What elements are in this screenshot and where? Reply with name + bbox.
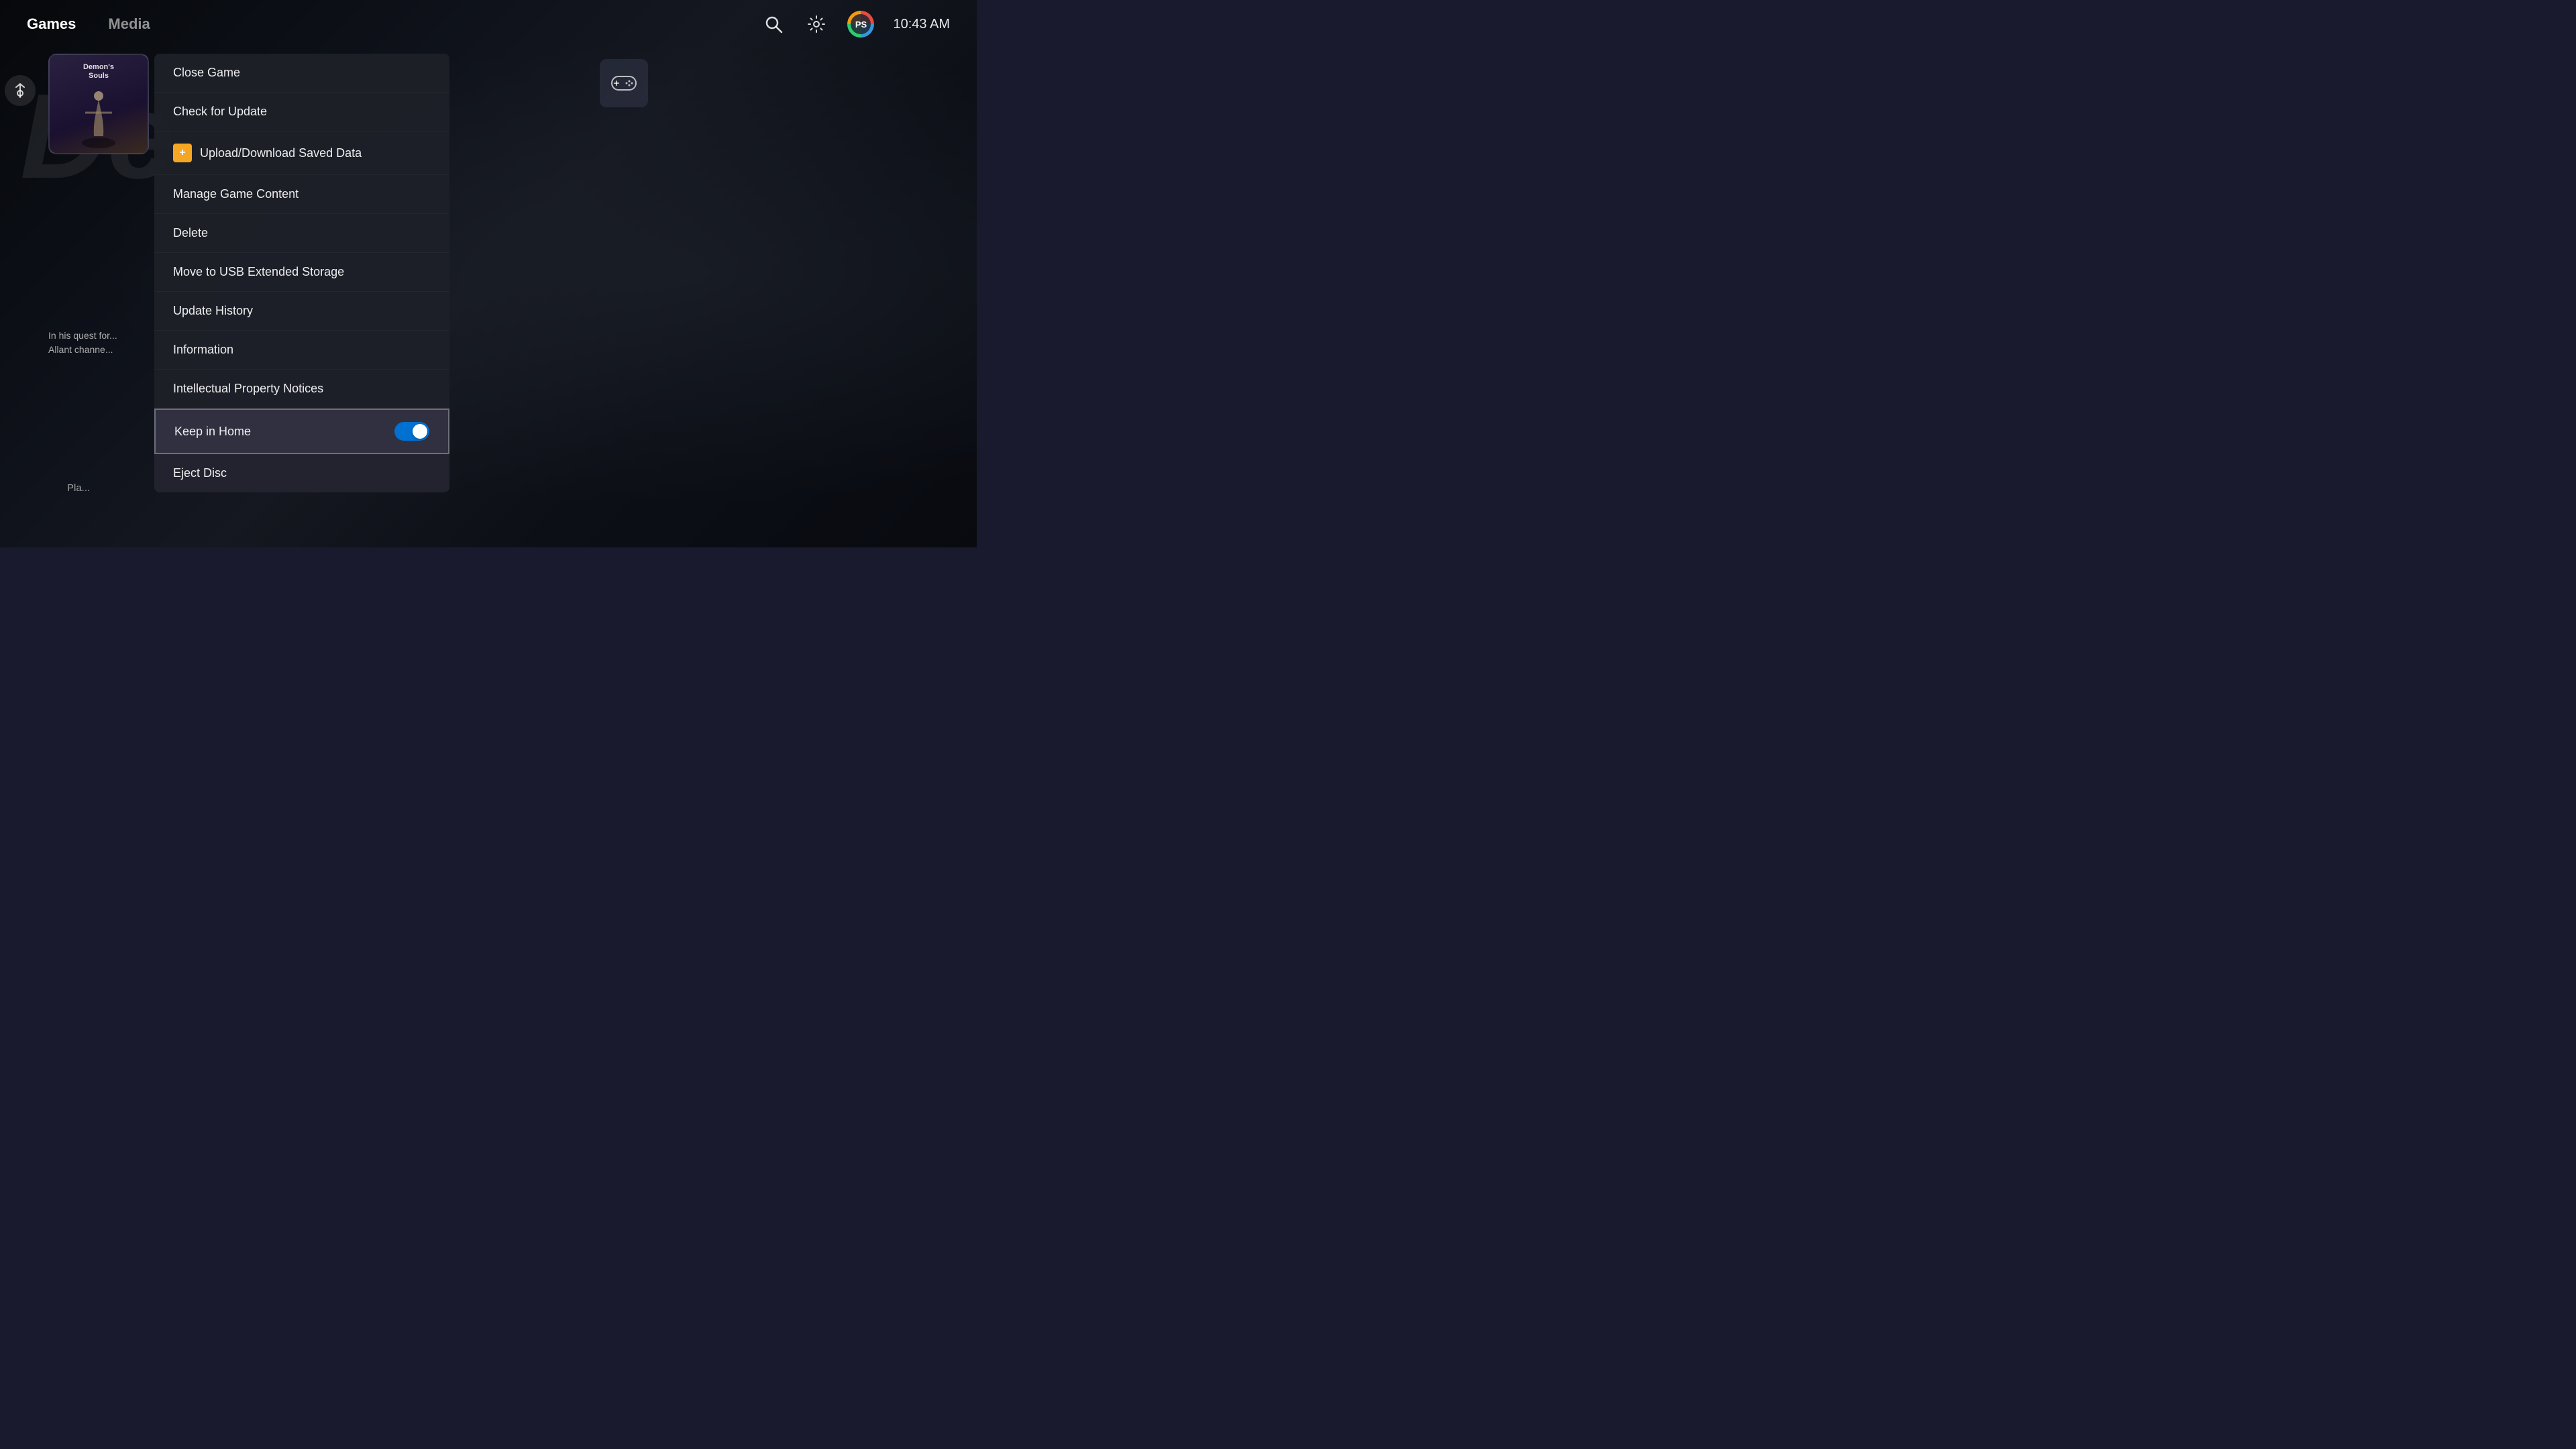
menu-item-delete[interactable]: Delete bbox=[154, 214, 449, 253]
topbar: Games Media PS 10:43 AM bbox=[0, 0, 977, 48]
menu-item-update-history[interactable]: Update History bbox=[154, 292, 449, 331]
game-silhouette bbox=[72, 89, 125, 150]
settings-icon[interactable] bbox=[804, 12, 828, 36]
menu-item-move-usb-label: Move to USB Extended Storage bbox=[173, 265, 344, 279]
menu-item-information[interactable]: Information bbox=[154, 331, 449, 370]
game-description: In his quest for... Allant channe... bbox=[48, 329, 117, 357]
toggle-knob bbox=[413, 424, 427, 439]
menu-item-check-update-label: Check for Update bbox=[173, 105, 267, 119]
sidebar-pin-icon[interactable] bbox=[5, 75, 36, 106]
menu-item-close-game-label: Close Game bbox=[173, 66, 240, 80]
menu-item-close-game[interactable]: Close Game bbox=[154, 54, 449, 93]
menu-item-ip-notices-label: Intellectual Property Notices bbox=[173, 382, 323, 396]
nav-tab-media[interactable]: Media bbox=[108, 15, 150, 33]
menu-item-move-usb[interactable]: Move to USB Extended Storage bbox=[154, 253, 449, 292]
play-label: Pla... bbox=[67, 482, 90, 494]
controller-icon-box bbox=[600, 59, 648, 107]
play-area: Pla... bbox=[67, 482, 90, 494]
nav-tab-games[interactable]: Games bbox=[27, 15, 76, 33]
desc-line1: In his quest for... bbox=[48, 329, 117, 343]
menu-item-upload-download[interactable]: + Upload/Download Saved Data bbox=[154, 131, 449, 175]
game-thumb-inner: Demon'sSouls bbox=[50, 55, 148, 153]
controller-icon bbox=[609, 72, 639, 94]
menu-item-eject-disc[interactable]: Eject Disc bbox=[154, 454, 449, 492]
menu-item-upload-download-label: Upload/Download Saved Data bbox=[200, 146, 362, 160]
topbar-right: PS 10:43 AM bbox=[761, 11, 950, 38]
menu-item-information-label: Information bbox=[173, 343, 233, 357]
context-menu: Close Game Check for Update + Upload/Dow… bbox=[154, 54, 449, 492]
time-display: 10:43 AM bbox=[893, 17, 950, 32]
keep-home-toggle[interactable] bbox=[394, 422, 429, 441]
menu-item-ip-notices[interactable]: Intellectual Property Notices bbox=[154, 370, 449, 409]
topbar-nav: Games Media bbox=[27, 15, 150, 33]
menu-item-update-history-label: Update History bbox=[173, 304, 253, 318]
search-icon[interactable] bbox=[761, 12, 786, 36]
menu-item-keep-home[interactable]: Keep in Home bbox=[154, 409, 449, 454]
menu-item-delete-label: Delete bbox=[173, 226, 208, 240]
menu-item-manage-content[interactable]: Manage Game Content bbox=[154, 175, 449, 214]
game-thumbnail[interactable]: Demon'sSouls bbox=[48, 54, 149, 154]
menu-item-manage-content-label: Manage Game Content bbox=[173, 187, 299, 201]
sidebar bbox=[0, 48, 40, 547]
menu-item-eject-disc-label: Eject Disc bbox=[173, 466, 227, 480]
desc-line2: Allant channe... bbox=[48, 343, 117, 357]
game-thumb-title: Demon'sSouls bbox=[55, 63, 142, 80]
ps-plus-icon: + bbox=[173, 144, 192, 162]
menu-item-keep-home-label: Keep in Home bbox=[174, 425, 251, 439]
ps-logo: PS bbox=[855, 19, 867, 30]
menu-item-check-update[interactable]: Check for Update bbox=[154, 93, 449, 131]
playstation-icon[interactable]: PS bbox=[847, 11, 874, 38]
